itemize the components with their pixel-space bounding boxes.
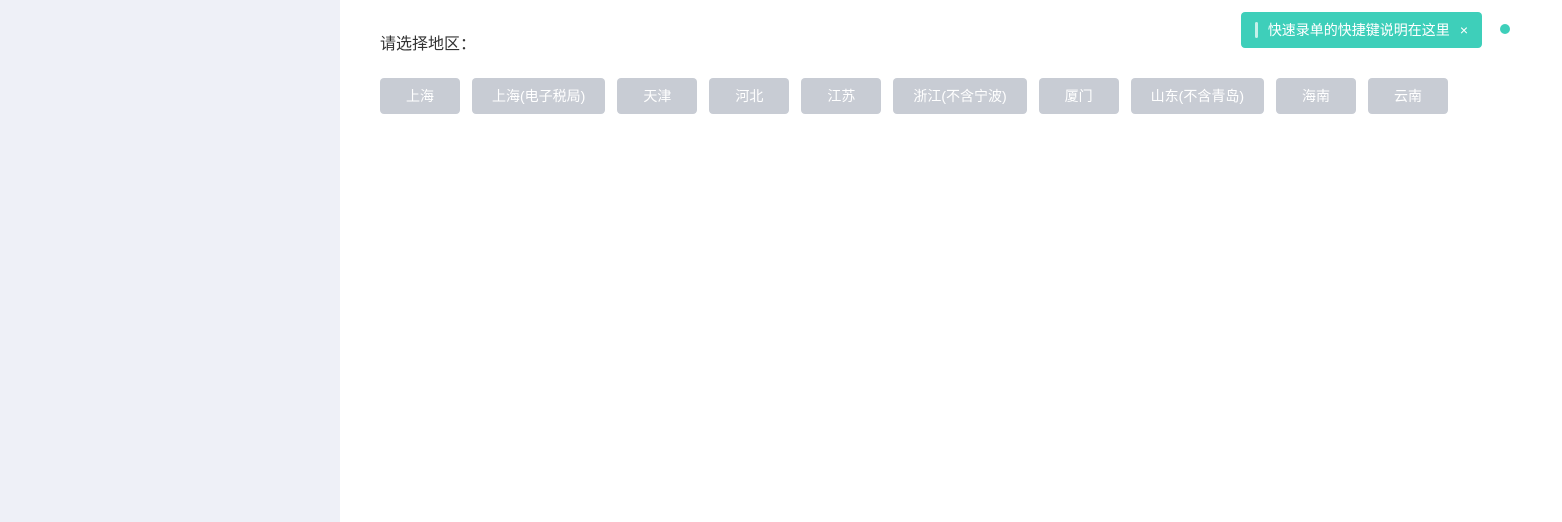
region-button-tianjin[interactable]: 天津 (617, 78, 697, 114)
region-button-xiamen[interactable]: 厦门 (1039, 78, 1119, 114)
tooltip-dot (1500, 24, 1510, 34)
region-button-shanghai-etax[interactable]: 上海(电子税局) (472, 78, 605, 114)
region-button-shanghai[interactable]: 上海 (380, 78, 460, 114)
tooltip-banner: 快速录单的快捷键说明在这里 × (1241, 12, 1482, 48)
region-button-jiangsu[interactable]: 江苏 (801, 78, 881, 114)
region-button-zhejiang[interactable]: 浙江(不含宁波) (893, 78, 1026, 114)
region-buttons: 上海上海(电子税局) 天津河北江苏浙江(不含宁波) 厦门山东(不含青岛) 海南云南 (380, 78, 1522, 114)
main-content: 请选择地区： 上海上海(电子税局)天津河北江苏浙江(不含宁波)厦门山东(不含青岛… (340, 0, 1562, 522)
sidebar (0, 0, 340, 522)
region-button-hebei[interactable]: 河北 (709, 78, 789, 114)
tooltip-left-bar (1255, 22, 1258, 38)
region-button-yunnan[interactable]: 云南 (1368, 78, 1448, 114)
region-button-shandong[interactable]: 山东(不含青岛) (1131, 78, 1264, 114)
tooltip-text: 快速录单的快捷键说明在这里 (1268, 20, 1450, 40)
tooltip-close-button[interactable]: × (1460, 23, 1468, 37)
region-button-hainan[interactable]: 海南 (1276, 78, 1356, 114)
